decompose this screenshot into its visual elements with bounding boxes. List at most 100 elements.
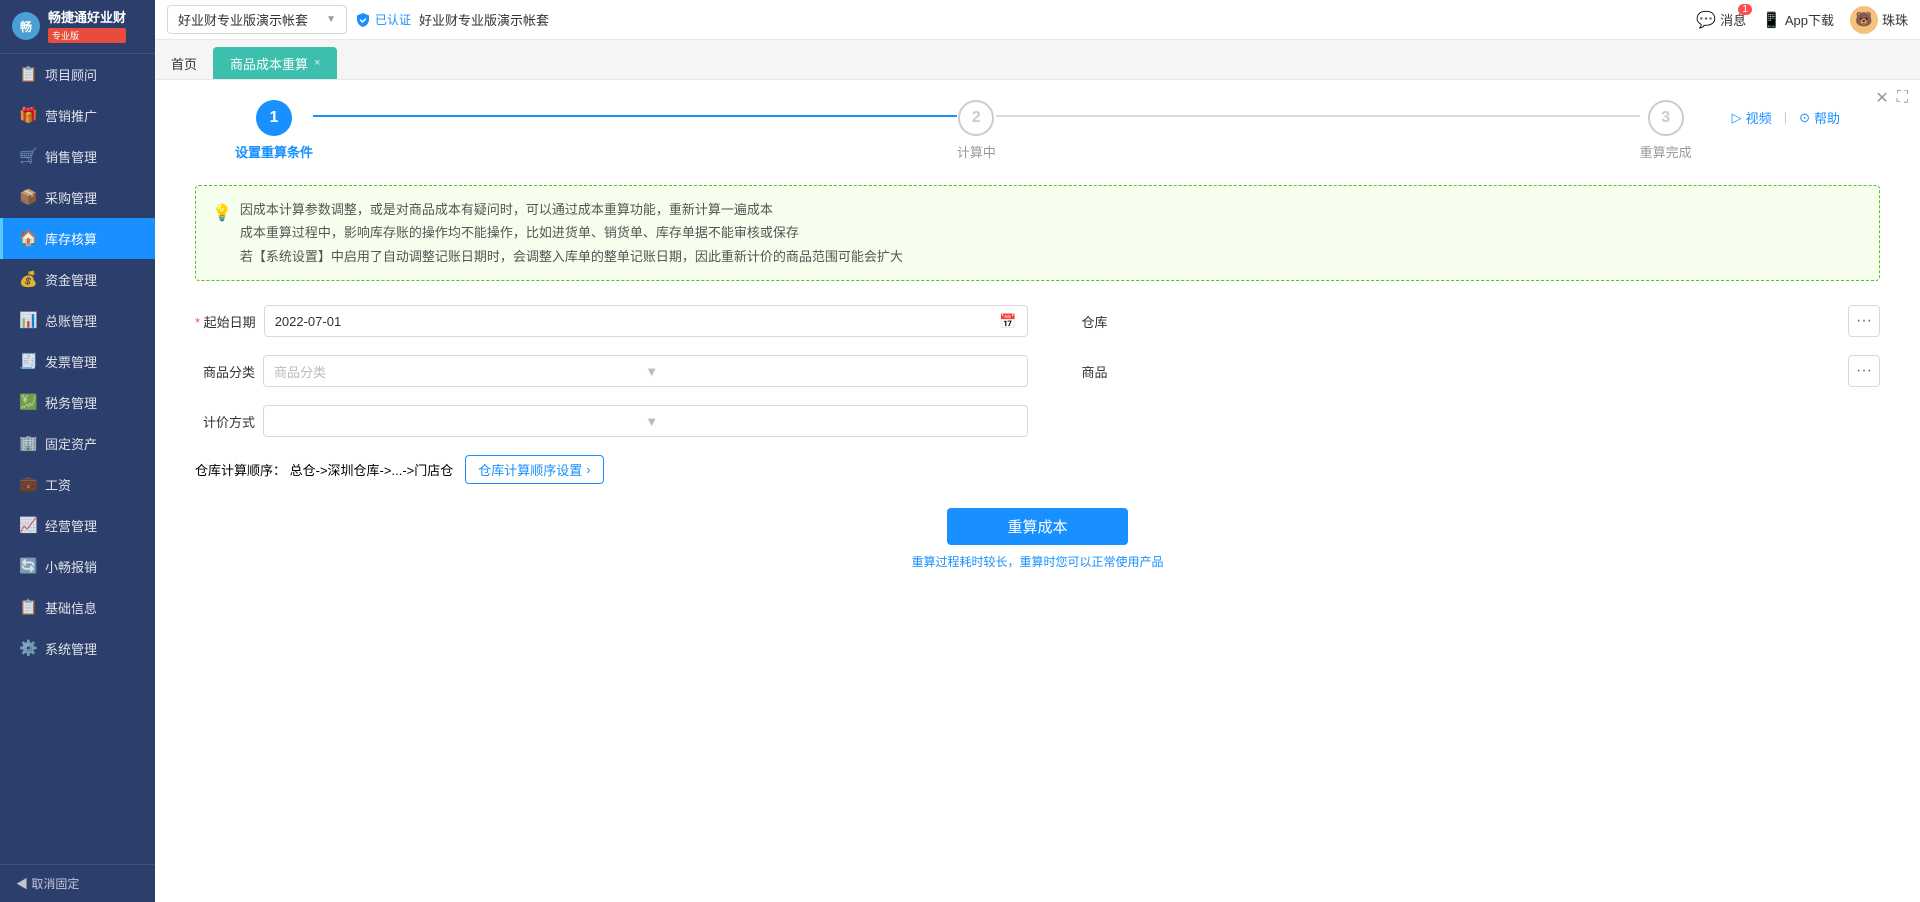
message-button[interactable]: 💬 消息 1: [1696, 10, 1746, 30]
tab-home[interactable]: 首页: [155, 47, 213, 79]
warehouse-label: 仓库: [1048, 312, 1108, 331]
sidebar-nav: 📋 项目顾问 🎁 营销推广 🛒 销售管理 📦 采购管理 🏠 库存核算 💰 资金管…: [0, 54, 155, 864]
content-area: ✕ ⛶ 1 设置重算条件 2 计算中: [155, 80, 1920, 902]
phone-icon: 📱: [1762, 11, 1781, 29]
category-field: 商品分类 商品分类 ▼: [195, 355, 1028, 387]
goods-field: 商品 ···: [1048, 355, 1881, 387]
account-full-name: 好业财专业版演示帐套: [419, 10, 549, 29]
step-2-circle: 2: [958, 100, 994, 136]
info-line-2: 成本重算过程中，影响库存账的操作均不能操作，比如进货单、销货单、库存单据不能审核…: [240, 221, 903, 244]
info-line-1: 因成本计算参数调整，或是对商品成本有疑问时，可以通过成本重算功能，重新计算一遍成…: [240, 198, 903, 221]
sidebar-label-finance: 资金管理: [45, 270, 97, 289]
project-icon: 📋: [19, 65, 37, 83]
form-section: 起始日期 📅 仓库 ··· 商品分类 商品分类: [195, 305, 1880, 484]
calc-order-row: 仓库计算顺序： 总仓->深圳仓库->...->门店仓 仓库计算顺序设置 ›: [195, 455, 1880, 484]
tab-recalc[interactable]: 商品成本重算 ×: [213, 47, 337, 79]
sidebar-item-inventory[interactable]: 🏠 库存核算: [0, 218, 155, 259]
calc-order-label: 仓库计算顺序： 总仓->深圳仓库->...->门店仓: [195, 460, 453, 479]
app-download-label: App下载: [1785, 10, 1834, 29]
message-badge: 1: [1738, 4, 1752, 15]
steps-container: 1 设置重算条件 2 计算中 3 重算完成: [235, 100, 1692, 161]
sidebar-item-operation[interactable]: 📈 经营管理: [0, 505, 155, 546]
topbar-right: 💬 消息 1 📱 App下载 🐻 珠珠: [1696, 6, 1908, 34]
basic-icon: 📋: [19, 598, 37, 616]
sidebar-item-accounting[interactable]: 📊 总账管理: [0, 300, 155, 341]
sidebar-item-purchase[interactable]: 📦 采购管理: [0, 177, 155, 218]
info-icon: 💡: [212, 200, 232, 268]
invoice-icon: 🧾: [19, 352, 37, 370]
sidebar-item-salary[interactable]: 💼 工资: [0, 464, 155, 505]
form-row-3: 计价方式 ▼: [195, 405, 1880, 437]
calc-order-settings-button[interactable]: 仓库计算顺序设置 ›: [465, 455, 603, 484]
sidebar-label-inventory: 库存核算: [45, 229, 97, 248]
recalc-button[interactable]: 重算成本: [947, 508, 1127, 545]
price-method-field: 计价方式 ▼: [195, 405, 1028, 437]
form-row-1: 起始日期 📅 仓库 ···: [195, 305, 1880, 337]
tab-recalc-label: 商品成本重算: [230, 54, 308, 73]
video-help-area: ▷ 视频 | ⊙ 帮助: [1732, 100, 1840, 127]
operation-icon: 📈: [19, 516, 37, 534]
sidebar-item-sales[interactable]: 🛒 销售管理: [0, 136, 155, 177]
tab-close-icon[interactable]: ×: [314, 57, 320, 69]
sidebar-header: 畅 畅捷通好业财 专业版: [0, 0, 155, 54]
close-button[interactable]: ✕: [1875, 88, 1888, 108]
play-icon: ▷: [1732, 110, 1742, 126]
sidebar-label-project: 项目顾问: [45, 65, 97, 84]
category-placeholder: 商品分类: [274, 362, 645, 381]
edition-badge: 专业版: [48, 28, 126, 43]
sales-icon: 🛒: [19, 147, 37, 165]
sidebar-item-basic[interactable]: 📋 基础信息: [0, 587, 155, 628]
goods-label: 商品: [1048, 362, 1108, 381]
goods-select-btn[interactable]: ···: [1848, 355, 1880, 387]
question-icon: ⊙: [1799, 110, 1810, 126]
sidebar-item-report[interactable]: 🔄 小畅报销: [0, 546, 155, 587]
sidebar-item-assets[interactable]: 🏢 固定资产: [0, 423, 155, 464]
sidebar-item-project[interactable]: 📋 项目顾问: [0, 54, 155, 95]
sidebar-footer-unpin[interactable]: ◀ 取消固定: [0, 864, 155, 902]
sidebar-item-invoice[interactable]: 🧾 发票管理: [0, 341, 155, 382]
tab-home-label: 首页: [171, 54, 197, 73]
sidebar-item-marketing[interactable]: 🎁 营销推广: [0, 95, 155, 136]
sidebar-label-assets: 固定资产: [45, 434, 97, 453]
verified-badge: 已认证: [355, 11, 411, 28]
form-row-2: 商品分类 商品分类 ▼ 商品 ···: [195, 355, 1880, 387]
start-date-label: 起始日期: [195, 312, 256, 331]
user-name: 珠珠: [1882, 10, 1908, 29]
step-3-label: 重算完成: [1640, 142, 1692, 161]
step-3: 3 重算完成: [1640, 100, 1692, 161]
unpin-label: ◀ 取消固定: [16, 875, 79, 892]
sidebar-label-report: 小畅报销: [45, 557, 97, 576]
chevron-down-icon-2: ▼: [645, 414, 1016, 429]
price-method-select[interactable]: ▼: [263, 405, 1028, 437]
sidebar-item-system[interactable]: ⚙️ 系统管理: [0, 628, 155, 669]
assets-icon: 🏢: [19, 434, 37, 452]
help-button[interactable]: ⊙ 帮助: [1799, 108, 1840, 127]
sidebar-label-sales: 销售管理: [45, 147, 97, 166]
sidebar-label-operation: 经营管理: [45, 516, 97, 535]
expand-button[interactable]: ⛶: [1897, 89, 1908, 107]
step-1-circle: 1: [256, 100, 292, 136]
submit-area: 重算成本 重算过程耗时较长，重算时您可以正常使用产品: [195, 508, 1880, 570]
calendar-icon[interactable]: 📅: [999, 313, 1016, 330]
user-avatar-button[interactable]: 🐻 珠珠: [1850, 6, 1908, 34]
topbar: 好业财专业版演示帐套 ▼ 已认证 好业财专业版演示帐套 💬 消息 1 📱 App…: [155, 0, 1920, 40]
account-selector[interactable]: 好业财专业版演示帐套 ▼: [167, 5, 347, 34]
sidebar-label-tax: 税务管理: [45, 393, 97, 412]
video-button[interactable]: ▷ 视频: [1732, 108, 1772, 127]
finance-icon: 💰: [19, 270, 37, 288]
main-area: 好业财专业版演示帐套 ▼ 已认证 好业财专业版演示帐套 💬 消息 1 📱 App…: [155, 0, 1920, 902]
sidebar-item-finance[interactable]: 💰 资金管理: [0, 259, 155, 300]
calc-order-btn-label: 仓库计算顺序设置: [478, 460, 582, 479]
system-icon: ⚙️: [19, 639, 37, 657]
info-line-3: 若【系统设置】中启用了自动调整记账日期时，会调整入库单的整单记账日期，因此重新计…: [240, 245, 903, 268]
message-icon: 💬: [1696, 10, 1716, 30]
tax-icon: 💹: [19, 393, 37, 411]
start-date-field: 起始日期 📅: [195, 305, 1028, 337]
warehouse-select-btn[interactable]: ···: [1848, 305, 1880, 337]
category-select[interactable]: 商品分类 ▼: [263, 355, 1028, 387]
verified-text: 已认证: [375, 11, 411, 28]
start-date-input[interactable]: [275, 314, 999, 329]
info-text: 因成本计算参数调整，或是对商品成本有疑问时，可以通过成本重算功能，重新计算一遍成…: [240, 198, 903, 268]
sidebar-item-tax[interactable]: 💹 税务管理: [0, 382, 155, 423]
app-download-button[interactable]: 📱 App下载: [1762, 10, 1834, 29]
